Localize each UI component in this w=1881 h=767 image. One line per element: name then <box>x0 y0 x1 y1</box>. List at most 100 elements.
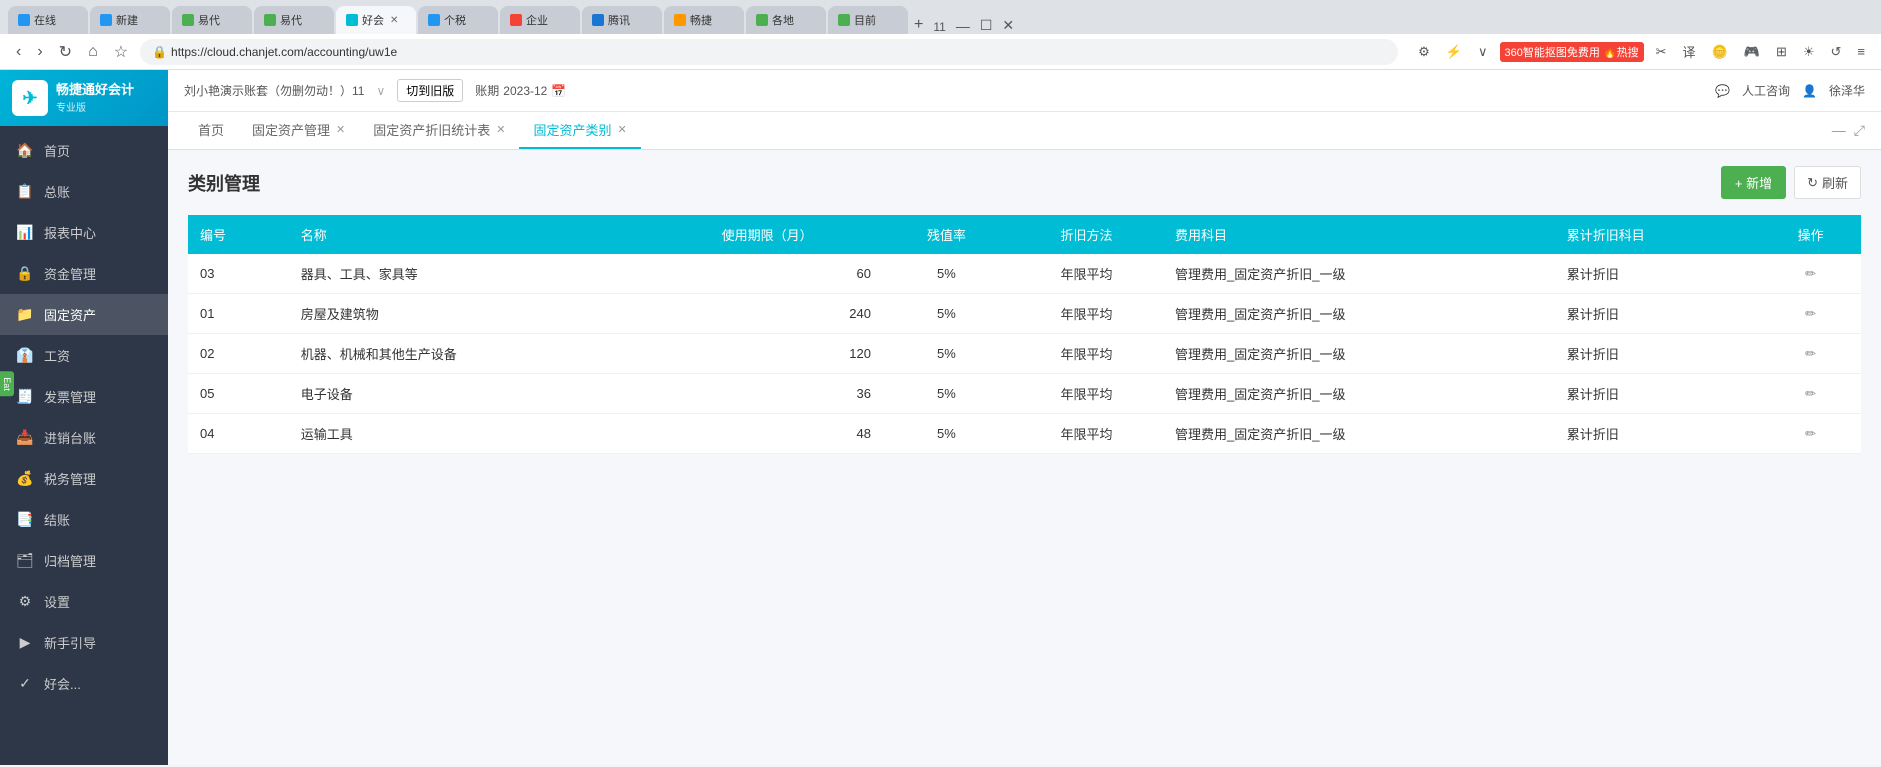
sidebar-item-extra[interactable]: ✓ 好会... <box>0 663 168 704</box>
browser-tab-8[interactable]: 畅捷 <box>664 6 744 34</box>
minimize-button[interactable]: — <box>952 18 974 34</box>
coin-icon[interactable]: 🪙 <box>1708 42 1732 62</box>
row4-name[interactable]: 运输工具 <box>289 414 652 454</box>
history-icon[interactable]: ↺ <box>1827 42 1846 62</box>
row0-edit[interactable]: ✏ <box>1760 254 1861 294</box>
browser-tab-4[interactable]: 好会 ✕ <box>336 6 416 34</box>
url-input[interactable]: 🔒 https://cloud.chanjet.com/accounting/u… <box>140 39 1398 65</box>
user-avatar-icon: 👤 <box>1802 84 1817 98</box>
cast-icon[interactable]: ⚡ <box>1442 42 1466 62</box>
sidebar-item-guide[interactable]: ▶ 新手引导 <box>0 622 168 663</box>
translate-icon[interactable]: 译 <box>1679 40 1700 63</box>
sidebar-item-home[interactable]: 🏠 首页 <box>0 130 168 171</box>
page-tab-category[interactable]: 固定资产类别 ✕ <box>519 112 640 149</box>
header-dropdown[interactable]: ∨ <box>376 84 385 98</box>
sidebar-item-finance[interactable]: 🔒 资金管理 <box>0 253 168 294</box>
edit-icon-1[interactable]: ✏ <box>1805 306 1816 321</box>
add-button[interactable]: + 新增 <box>1721 166 1786 199</box>
browser-tab-6[interactable]: 企业 <box>500 6 580 34</box>
browser-tab-7[interactable]: 腾讯 <box>582 6 662 34</box>
page-tab-depreciation-label: 固定资产折旧统计表 <box>373 120 490 139</box>
browser-tab-2[interactable]: 易代 <box>172 6 252 34</box>
forward-button[interactable]: › <box>33 43 46 61</box>
page-tab-depreciation-close[interactable]: ✕ <box>496 123 505 136</box>
calendar-icon[interactable]: 📅 <box>551 84 566 98</box>
row0-method: 年限平均 <box>1010 254 1163 294</box>
sun-icon[interactable]: ☀ <box>1799 42 1819 62</box>
sidebar-item-reports[interactable]: 📊 报表中心 <box>0 212 168 253</box>
edit-icon-4[interactable]: ✏ <box>1805 426 1816 441</box>
browser-tab-1[interactable]: 新建 <box>90 6 170 34</box>
tab-favicon-6 <box>510 14 522 26</box>
page-tab-depreciation[interactable]: 固定资产折旧统计表 ✕ <box>359 112 519 149</box>
brand-sub: 专业版 <box>56 99 134 114</box>
row4-edit[interactable]: ✏ <box>1760 414 1861 454</box>
row1-months: 240 <box>651 294 883 334</box>
maximize-button[interactable]: ☐ <box>976 17 997 34</box>
main-content: 类别管理 + 新增 ↻ 刷新 编号 名称 使用期限（月） 残值率 <box>168 150 1881 765</box>
invoice-icon: 🧾 <box>16 388 34 406</box>
row1-edit[interactable]: ✏ <box>1760 294 1861 334</box>
bookmark-button[interactable]: ☆ <box>110 42 132 62</box>
row3-months: 36 <box>651 374 883 414</box>
row2-method: 年限平均 <box>1010 334 1163 374</box>
edit-icon-3[interactable]: ✏ <box>1805 386 1816 401</box>
browser-tab-5[interactable]: 个税 <box>418 6 498 34</box>
switch-btn[interactable]: 切到旧版 <box>397 79 463 102</box>
profile-icon[interactable]: ∨ <box>1474 42 1492 62</box>
table-header-row: 编号 名称 使用期限（月） 残值率 折旧方法 费用科目 累计折旧科目 操作 <box>188 215 1861 254</box>
sidebar-item-settings[interactable]: ⚙ 设置 <box>0 581 168 622</box>
refresh-button[interactable]: ↻ <box>55 42 76 62</box>
sidebar-item-payroll[interactable]: 👔 工资 <box>0 335 168 376</box>
extensions-icon[interactable]: ⚙ <box>1414 42 1434 62</box>
refresh-button[interactable]: ↻ 刷新 <box>1794 166 1861 199</box>
table-row: 02 机器、机械和其他生产设备 120 5% 年限平均 管理费用_固定资产折旧_… <box>188 334 1861 374</box>
row2-edit[interactable]: ✏ <box>1760 334 1861 374</box>
home-button[interactable]: ⌂ <box>84 43 102 61</box>
edit-icon-2[interactable]: ✏ <box>1805 346 1816 361</box>
cut-icon[interactable]: ✂ <box>1652 42 1671 62</box>
sidebar: ✈ 畅捷通好会计 专业版 🏠 首页 📋 总账 📊 报表中心 🔒 资金管理 <box>0 70 168 765</box>
indicator-0[interactable]: Eat <box>0 371 14 397</box>
sidebar-item-ledger[interactable]: 📋 总账 <box>0 171 168 212</box>
page-tab-category-close[interactable]: ✕ <box>618 123 627 136</box>
menu-icon[interactable]: ≡ <box>1853 42 1869 61</box>
row2-months: 120 <box>651 334 883 374</box>
tab-label-3: 易代 <box>280 12 302 28</box>
grid-icon[interactable]: ⊞ <box>1772 42 1791 62</box>
browser-tab-3[interactable]: 易代 <box>254 6 334 34</box>
sidebar-item-archive[interactable]: 🗂 归档管理 <box>0 540 168 581</box>
game-icon[interactable]: 🎮 <box>1740 42 1764 62</box>
window-expand-btn[interactable]: ⤢ <box>1854 122 1865 139</box>
tab-favicon-7 <box>592 14 604 26</box>
browser-tab-9[interactable]: 各地 <box>746 6 826 34</box>
row1-depreciation: 累计折旧 <box>1555 294 1760 334</box>
ledger-icon: 📋 <box>16 183 34 201</box>
row4-method: 年限平均 <box>1010 414 1163 454</box>
search-hot-label[interactable]: 360智能抠图免费用 🔥热搜 <box>1500 42 1644 62</box>
row3-edit[interactable]: ✏ <box>1760 374 1861 414</box>
back-button[interactable]: ‹ <box>12 43 25 61</box>
edit-icon-0[interactable]: ✏ <box>1805 266 1816 281</box>
row3-name[interactable]: 电子设备 <box>289 374 652 414</box>
period-value: 2023-12 <box>503 84 547 98</box>
sidebar-item-tax[interactable]: 💰 税务管理 <box>0 458 168 499</box>
window-min-btn[interactable]: — <box>1832 122 1846 139</box>
close-window-button[interactable]: ✕ <box>998 17 1018 34</box>
page-tab-home[interactable]: 首页 <box>184 112 238 149</box>
sidebar-item-close-accounts[interactable]: 📑 结账 <box>0 499 168 540</box>
new-tab-button[interactable]: + <box>910 16 927 34</box>
page-tab-assets[interactable]: 固定资产管理 ✕ <box>238 112 359 149</box>
row1-name[interactable]: 房屋及建筑物 <box>289 294 652 334</box>
browser-tab-10[interactable]: 目前 <box>828 6 908 34</box>
row2-name[interactable]: 机器、机械和其他生产设备 <box>289 334 652 374</box>
sidebar-item-invoice[interactable]: 🧾 发票管理 <box>0 376 168 417</box>
browser-tab-0[interactable]: 在线 <box>8 6 88 34</box>
tab-favicon-9 <box>756 14 768 26</box>
row0-name[interactable]: 器具、工具、家具等 <box>289 254 652 294</box>
browser-tab-close-4[interactable]: ✕ <box>390 15 398 26</box>
sidebar-item-assets[interactable]: 📁 固定资产 <box>0 294 168 335</box>
consult-label[interactable]: 人工咨询 <box>1742 82 1790 99</box>
page-tab-assets-close[interactable]: ✕ <box>336 123 345 136</box>
sidebar-item-purchases[interactable]: 📥 进销台账 <box>0 417 168 458</box>
